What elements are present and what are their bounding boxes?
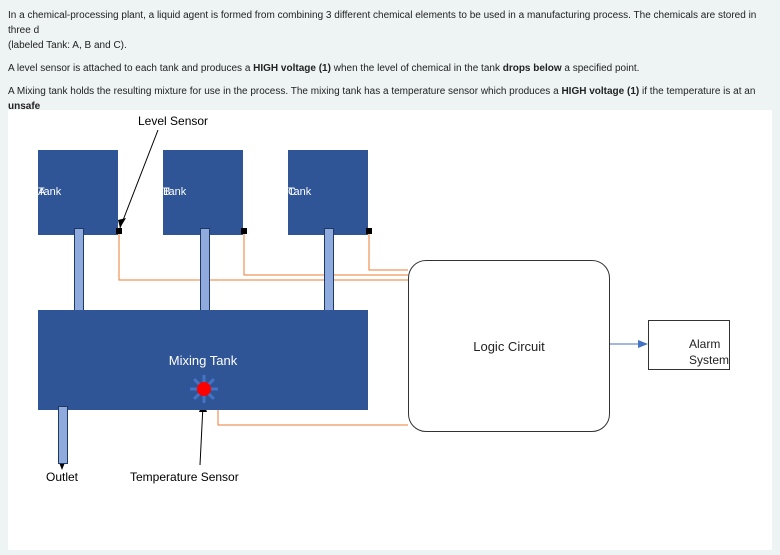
level-sensor-b [241, 228, 247, 234]
tank-a: Tank A [38, 150, 118, 235]
para-2: A level sensor is attached to each tank … [8, 61, 772, 76]
level-sensor-c [366, 228, 372, 234]
bold: HIGH voltage (1) [561, 86, 639, 97]
alarm-system-box: AlarmSystem [648, 320, 730, 370]
text: A level sensor is attached to each tank … [8, 63, 253, 74]
mixing-label: Mixing Tank [169, 353, 237, 368]
temperature-sensor-label: Temperature Sensor [130, 470, 239, 484]
text: a specified point. [562, 63, 640, 74]
bold: HIGH voltage (1) [253, 63, 331, 74]
tank-letter: C [288, 185, 296, 200]
tank-b: Tank B [163, 150, 243, 235]
bold: drops below [503, 63, 562, 74]
level-sensor-a [116, 228, 122, 234]
temperature-sensor-icon [190, 375, 218, 403]
text: A Mixing tank holds the resulting mixtur… [8, 86, 561, 97]
text: (labeled Tank: A, B and C). [8, 40, 127, 51]
diagram-canvas: Tank A Tank B Tank C Mixing Tank Logi [8, 110, 772, 550]
tank-c: Tank C [288, 150, 368, 235]
page: In a chemical-processing plant, a liquid… [0, 0, 780, 555]
text: In a chemical-processing plant, a liquid… [8, 10, 756, 36]
logic-label: Logic Circuit [473, 339, 545, 354]
outlet-pipe [58, 406, 68, 464]
logic-circuit-box: Logic Circuit [408, 260, 610, 432]
tank-letter: B [163, 185, 170, 200]
para-1: In a chemical-processing plant, a liquid… [8, 8, 772, 53]
text: when the level of chemical in the tank [331, 63, 503, 74]
tank-letter: A [38, 185, 45, 200]
text: if the temperature is at an [639, 86, 755, 97]
sensor-core [197, 382, 211, 396]
level-sensor-label: Level Sensor [138, 114, 208, 128]
outlet-label: Outlet [46, 470, 78, 484]
